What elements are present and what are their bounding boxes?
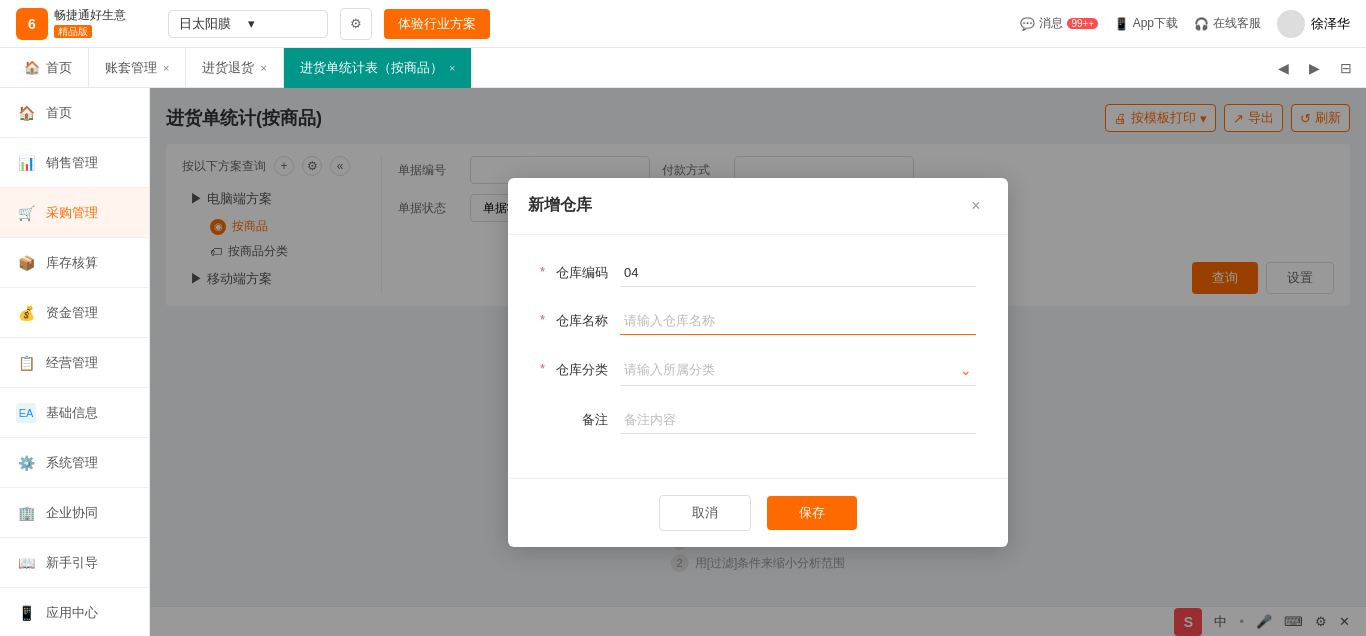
modal-body: 仓库编码 仓库名称 仓库分类 请输入所属分类 ⌄: [508, 235, 1008, 478]
logo-area: 6 畅捷通好生意 精品版: [16, 8, 156, 40]
chevron-down-icon: ⌄: [960, 362, 972, 378]
enterprise-icon: 🏢: [16, 503, 36, 523]
tab-accounts[interactable]: 账套管理 ×: [89, 48, 186, 88]
modal-overlay[interactable]: 新增仓库 × 仓库编码 仓库名称 仓库分类: [150, 88, 1366, 636]
code-label: 仓库编码: [540, 264, 620, 282]
save-button[interactable]: 保存: [767, 496, 857, 530]
notes-label: 备注: [540, 411, 620, 429]
apps-icon: 📱: [16, 603, 36, 623]
inventory-icon: 📦: [16, 253, 36, 273]
chevron-down-icon: ▾: [248, 16, 317, 31]
headset-icon: 🎧: [1194, 17, 1209, 31]
phone-icon: 📱: [1114, 17, 1129, 31]
modal-header: 新增仓库 ×: [508, 178, 1008, 235]
message-badge: 99++: [1067, 18, 1097, 29]
tab-bar-right: ◀ ▶ ⊟: [1272, 58, 1358, 78]
user-area[interactable]: 徐泽华: [1277, 10, 1350, 38]
home-icon: 🏠: [24, 60, 40, 75]
tab-purchase-return[interactable]: 进货退货 ×: [186, 48, 283, 88]
name-label: 仓库名称: [540, 312, 620, 330]
sidebar-item-sales[interactable]: 📊 销售管理: [0, 138, 149, 188]
form-row-name: 仓库名称: [540, 307, 976, 335]
tab-purchase-stats[interactable]: 进货单统计表（按商品） ×: [284, 48, 472, 88]
finance-icon: 💰: [16, 303, 36, 323]
sidebar: 🏠 首页 📊 销售管理 🛒 采购管理 📦 库存核算 💰 资金管理 📋 经营管理 …: [0, 88, 150, 636]
sidebar-item-guide[interactable]: 📖 新手引导: [0, 538, 149, 588]
sidebar-item-basicinfo[interactable]: EA 基础信息: [0, 388, 149, 438]
tab-menu-btn[interactable]: ⊟: [1334, 58, 1358, 78]
tab-close-purchase-return[interactable]: ×: [260, 62, 266, 74]
form-row-code: 仓库编码: [540, 259, 976, 287]
app-download-button[interactable]: 📱 App下载: [1114, 15, 1178, 32]
notes-input[interactable]: [620, 406, 976, 434]
modal-title: 新增仓库: [528, 195, 592, 216]
online-service-button[interactable]: 🎧 在线客服: [1194, 15, 1261, 32]
sidebar-item-enterprise[interactable]: 🏢 企业协同: [0, 488, 149, 538]
operations-icon: 📋: [16, 353, 36, 373]
sidebar-item-inventory[interactable]: 📦 库存核算: [0, 238, 149, 288]
tab-prev-btn[interactable]: ◀: [1272, 58, 1295, 78]
sidebar-item-system[interactable]: ⚙️ 系统管理: [0, 438, 149, 488]
main-layout: 🏠 首页 📊 销售管理 🛒 采购管理 📦 库存核算 💰 资金管理 📋 经营管理 …: [0, 88, 1366, 636]
message-icon: 💬: [1020, 17, 1035, 31]
purchase-icon: 🛒: [16, 203, 36, 223]
avatar: [1277, 10, 1305, 38]
store-selector[interactable]: 日太阳膜 ▾: [168, 10, 328, 38]
cancel-button[interactable]: 取消: [659, 495, 751, 531]
system-icon: ⚙️: [16, 453, 36, 473]
header-right: 💬 消息 99++ 📱 App下载 🎧 在线客服 徐泽华: [1020, 10, 1350, 38]
sidebar-item-finance[interactable]: 💰 资金管理: [0, 288, 149, 338]
form-row-category: 仓库分类 请输入所属分类 ⌄: [540, 355, 976, 386]
gear-button[interactable]: ⚙: [340, 8, 372, 40]
logo-text: 畅捷通好生意 精品版: [54, 8, 126, 39]
form-row-notes: 备注: [540, 406, 976, 434]
sidebar-item-operations[interactable]: 📋 经营管理: [0, 338, 149, 388]
logo-icon: 6: [16, 8, 48, 40]
tab-close-accounts[interactable]: ×: [163, 62, 169, 74]
modal-new-warehouse: 新增仓库 × 仓库编码 仓库名称 仓库分类: [508, 178, 1008, 547]
sidebar-item-purchase[interactable]: 🛒 采购管理: [0, 188, 149, 238]
code-input[interactable]: [620, 259, 976, 287]
tab-home[interactable]: 🏠 首页: [8, 48, 89, 88]
tab-next-btn[interactable]: ▶: [1303, 58, 1326, 78]
top-header: 6 畅捷通好生意 精品版 日太阳膜 ▾ ⚙ 体验行业方案 💬 消息 99++ 📱…: [0, 0, 1366, 48]
trial-button[interactable]: 体验行业方案: [384, 9, 490, 39]
sales-icon: 📊: [16, 153, 36, 173]
guide-icon: 📖: [16, 553, 36, 573]
modal-close-button[interactable]: ×: [964, 194, 988, 218]
modal-footer: 取消 保存: [508, 478, 1008, 547]
tab-close-purchase-stats[interactable]: ×: [449, 62, 455, 74]
category-label: 仓库分类: [540, 361, 620, 379]
name-input[interactable]: [620, 307, 976, 335]
messages-button[interactable]: 💬 消息 99++: [1020, 15, 1097, 32]
home-icon: 🏠: [16, 103, 36, 123]
tab-bar: 🏠 首页 账套管理 × 进货退货 × 进货单统计表（按商品） × ◀ ▶ ⊟: [0, 48, 1366, 88]
basicinfo-icon: EA: [16, 403, 36, 423]
sidebar-item-apps[interactable]: 📱 应用中心: [0, 588, 149, 636]
sidebar-item-home[interactable]: 🏠 首页: [0, 88, 149, 138]
content-area: 进货单统计(按商品) 🖨 按模板打印 ▾ ↗ 导出 ↺ 刷新: [150, 88, 1366, 636]
category-select[interactable]: 请输入所属分类 ⌄: [620, 355, 976, 386]
